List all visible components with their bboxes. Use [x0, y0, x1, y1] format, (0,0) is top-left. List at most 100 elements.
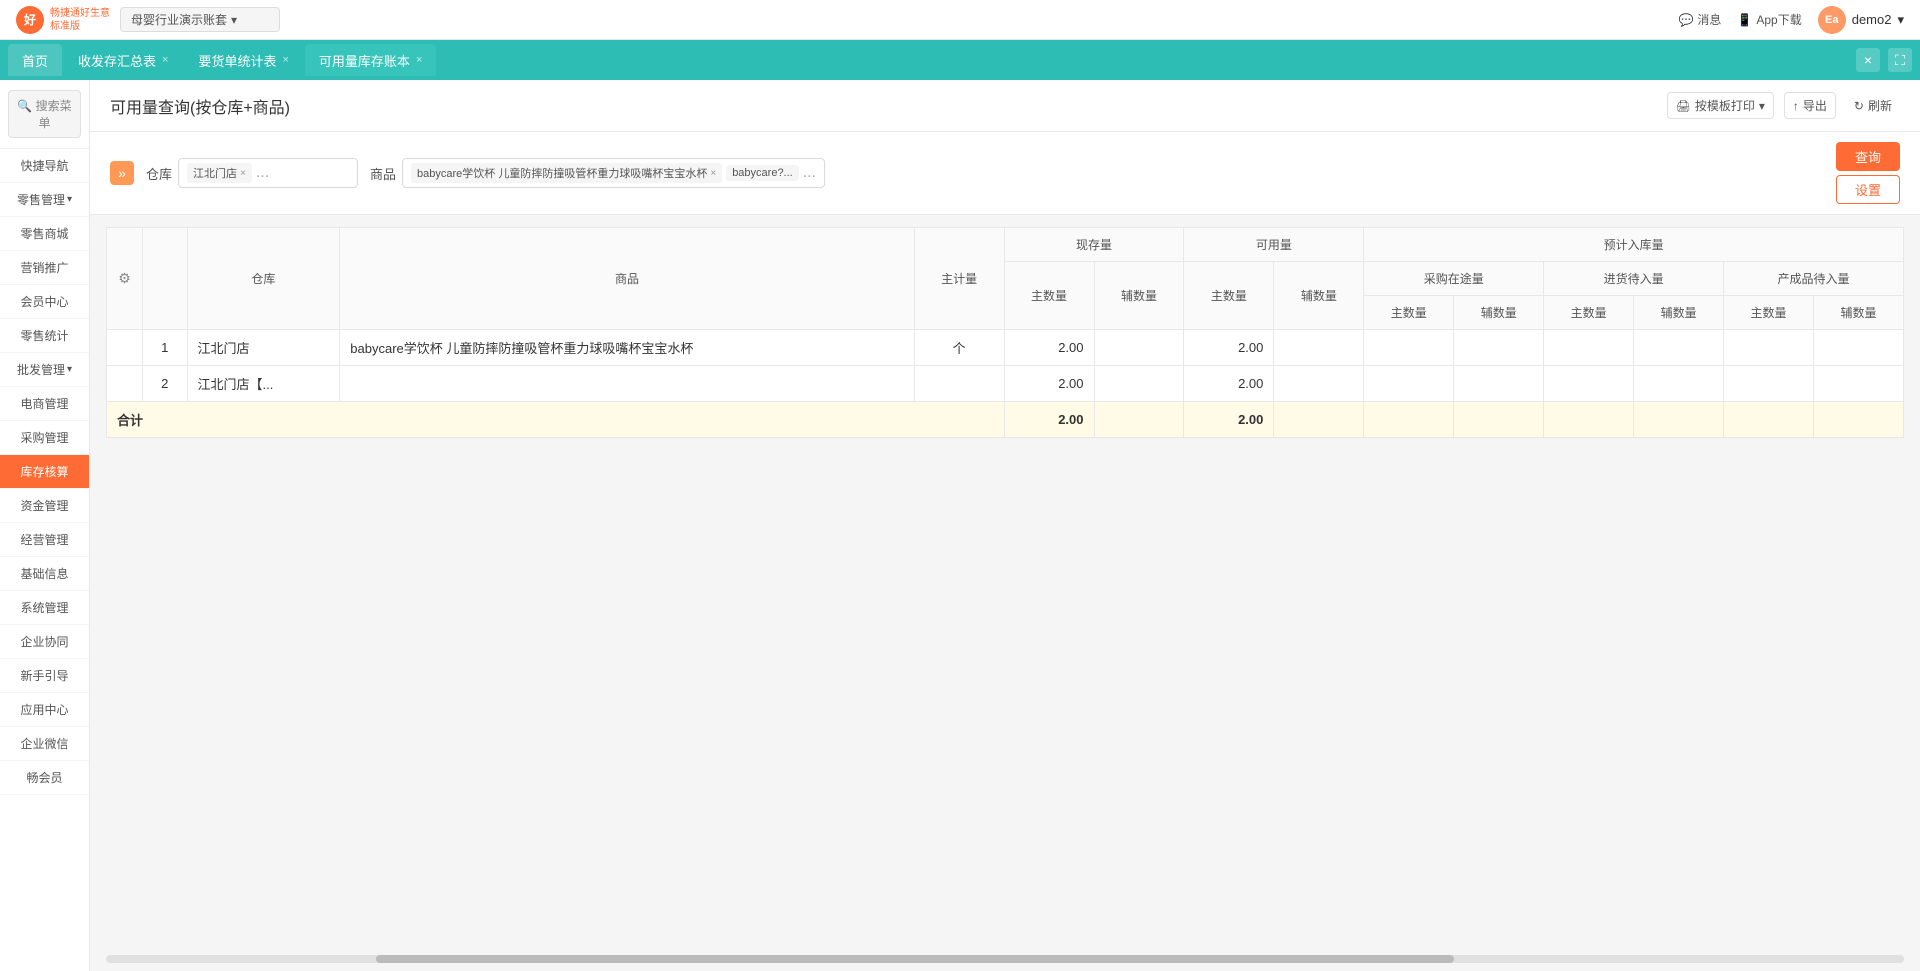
warehouse-input[interactable]: 江北门店 × ...: [178, 158, 358, 188]
top-bar-left: 好 畅捷通好生意 标准版 母婴行业演示账套: [16, 6, 280, 34]
sidebar-item-lingxiaotj[interactable]: 零售统计: [0, 319, 89, 353]
row-unit-0: 个: [914, 330, 1004, 366]
tab-shoufacun[interactable]: 收发存汇总表 ×: [64, 44, 182, 76]
sidebar-item-lingxiaoshangcheng[interactable]: 零售商城: [0, 217, 89, 251]
sidebar-item-xitong[interactable]: 系统管理: [0, 591, 89, 625]
row-current-aux-1: [1094, 366, 1184, 402]
row-available-main-0: 2.00: [1184, 330, 1274, 366]
sidebar-item-caigou[interactable]: 采购管理: [0, 421, 89, 455]
product-tag-1-close-icon[interactable]: ×: [710, 168, 716, 179]
print-label: 按模板打印: [1695, 97, 1755, 114]
settings-button[interactable]: 设置: [1836, 175, 1900, 204]
sidebar-item-yingyong[interactable]: 应用中心: [0, 693, 89, 727]
row-inbound-aux-1: [1634, 366, 1724, 402]
total-current-aux: [1094, 402, 1184, 438]
sidebar-item-jichu[interactable]: 基础信息: [0, 557, 89, 591]
tab-keyongliang-label: 可用量库存账本: [319, 51, 410, 70]
expand-icon: »: [118, 165, 126, 181]
avatar: Ea: [1818, 6, 1846, 34]
search-menu-button[interactable]: 🔍 搜索菜单: [8, 90, 81, 138]
product-ellipsis[interactable]: ...: [803, 164, 816, 182]
message-icon: [1678, 13, 1693, 27]
row-available-main-1: 2.00: [1184, 366, 1274, 402]
qiyext-label: 企业协同: [20, 635, 68, 649]
export-icon: ↑: [1793, 99, 1799, 113]
row-settings-0: [107, 330, 143, 366]
app-download-action[interactable]: App下载: [1737, 11, 1801, 28]
print-template-button[interactable]: 🖨 按模板打印 ▾: [1667, 92, 1774, 119]
warehouse-tag-close-icon[interactable]: ×: [240, 168, 246, 179]
warehouse-ellipsis[interactable]: ...: [256, 164, 269, 182]
page-title: 可用量查询(按仓库+商品): [110, 94, 290, 118]
main-layout: 🔍 搜索菜单 快捷导航 零售管理 ▾ 零售商城 营销推广 会员中心 零售统计 批…: [0, 80, 1920, 971]
tab-yaohuo[interactable]: 要货单统计表 ×: [184, 44, 302, 76]
user-info[interactable]: Ea demo2: [1818, 6, 1904, 34]
caigou-label: 采购管理: [20, 431, 68, 445]
user-initial: Ea: [1825, 14, 1838, 26]
row-num-0: 1: [143, 330, 188, 366]
lingxiaotj-label: 零售统计: [20, 329, 68, 343]
industry-selector[interactable]: 母婴行业演示账套: [120, 7, 280, 32]
sidebar-item-quick-nav[interactable]: 快捷导航: [0, 149, 89, 183]
export-button[interactable]: ↑ 导出: [1784, 92, 1836, 119]
tab-shoufacun-label: 收发存汇总表: [78, 51, 156, 70]
th-main-unit: 主计量: [914, 228, 1004, 330]
close-keyongliang-icon[interactable]: ×: [416, 54, 422, 66]
chevron-icon: ▾: [67, 194, 72, 205]
th-available-aux-qty: 辅数量: [1274, 262, 1364, 330]
query-button[interactable]: 查询: [1836, 142, 1900, 171]
sidebar-item-jingying[interactable]: 经营管理: [0, 523, 89, 557]
sidebar-item-xinshou[interactable]: 新手引导: [0, 659, 89, 693]
tab-home[interactable]: 首页: [8, 44, 62, 76]
sidebar-item-dianshang[interactable]: 电商管理: [0, 387, 89, 421]
th-product-pending-group: 产成品待入量: [1724, 262, 1904, 296]
filter-expand-button[interactable]: »: [110, 161, 134, 185]
horizontal-scrollbar[interactable]: [106, 955, 1904, 963]
fullscreen-button[interactable]: ⛶: [1888, 48, 1912, 72]
sidebar-item-kucun[interactable]: 库存核算: [0, 455, 89, 489]
product-tag-1-text: babycare学饮杯 儿童防摔防撞吸管杯重力球吸嘴杯宝宝水杯: [417, 165, 707, 181]
sidebar-item-pifaguanli[interactable]: 批发管理 ▾: [0, 353, 89, 387]
refresh-button[interactable]: ↻ 刷新: [1846, 93, 1900, 118]
product-input[interactable]: babycare学饮杯 儿童防摔防撞吸管杯重力球吸嘴杯宝宝水杯 × babyca…: [402, 158, 825, 188]
lingxiao-label: 零售管理: [17, 191, 65, 208]
gear-icon[interactable]: [118, 270, 131, 286]
row-unit-1: [914, 366, 1004, 402]
th-settings: [107, 228, 143, 330]
message-label: 消息: [1697, 11, 1721, 28]
warehouse-tag-text: 江北门店: [193, 165, 237, 181]
close-shoufacun-icon[interactable]: ×: [162, 54, 168, 66]
row-product-main-1: [1724, 366, 1814, 402]
sidebar-item-yingxiao[interactable]: 营销推广: [0, 251, 89, 285]
total-row: 合计 2.00 2.00: [107, 402, 1904, 438]
close-yaohuo-icon[interactable]: ×: [282, 54, 288, 66]
sidebar-item-qiyext[interactable]: 企业协同: [0, 625, 89, 659]
th-current-main-qty: 主数量: [1004, 262, 1094, 330]
jingying-label: 经营管理: [20, 533, 68, 547]
message-action[interactable]: 消息: [1678, 11, 1721, 28]
qiyewx-label: 企业微信: [20, 737, 68, 751]
zijin-label: 资金管理: [20, 499, 68, 513]
sidebar-item-changhui[interactable]: 畅会员: [0, 761, 89, 795]
sidebar-item-huiyuan[interactable]: 会员中心: [0, 285, 89, 319]
row-warehouse-0: 江北门店: [187, 330, 340, 366]
total-inbound-aux: [1634, 402, 1724, 438]
scrollbar-thumb[interactable]: [376, 955, 1455, 963]
close-all-tabs-button[interactable]: ×: [1856, 48, 1880, 72]
page-actions: 🖨 按模板打印 ▾ ↑ 导出 ↻ 刷新: [1667, 92, 1900, 119]
product-tag-2: babycare?...: [726, 165, 799, 181]
row-product-aux-0: [1814, 330, 1904, 366]
product-label: 商品: [370, 164, 396, 183]
th-purchase-onway-group: 采购在途量: [1364, 262, 1544, 296]
tab-keyongliang[interactable]: 可用量库存账本 ×: [305, 44, 436, 76]
sidebar-item-lingxiao[interactable]: 零售管理 ▾: [0, 183, 89, 217]
row-purchase-main-1: [1364, 366, 1454, 402]
sidebar-item-qiyewx[interactable]: 企业微信: [0, 727, 89, 761]
xinshou-label: 新手引导: [20, 669, 68, 683]
logo-area: 好 畅捷通好生意 标准版: [16, 6, 110, 34]
refresh-icon: ↻: [1854, 99, 1864, 113]
sidebar-item-zijin[interactable]: 资金管理: [0, 489, 89, 523]
refresh-label: 刷新: [1868, 97, 1892, 114]
top-bar-right: 消息 App下载 Ea demo2: [1678, 6, 1904, 34]
row-inbound-main-1: [1544, 366, 1634, 402]
